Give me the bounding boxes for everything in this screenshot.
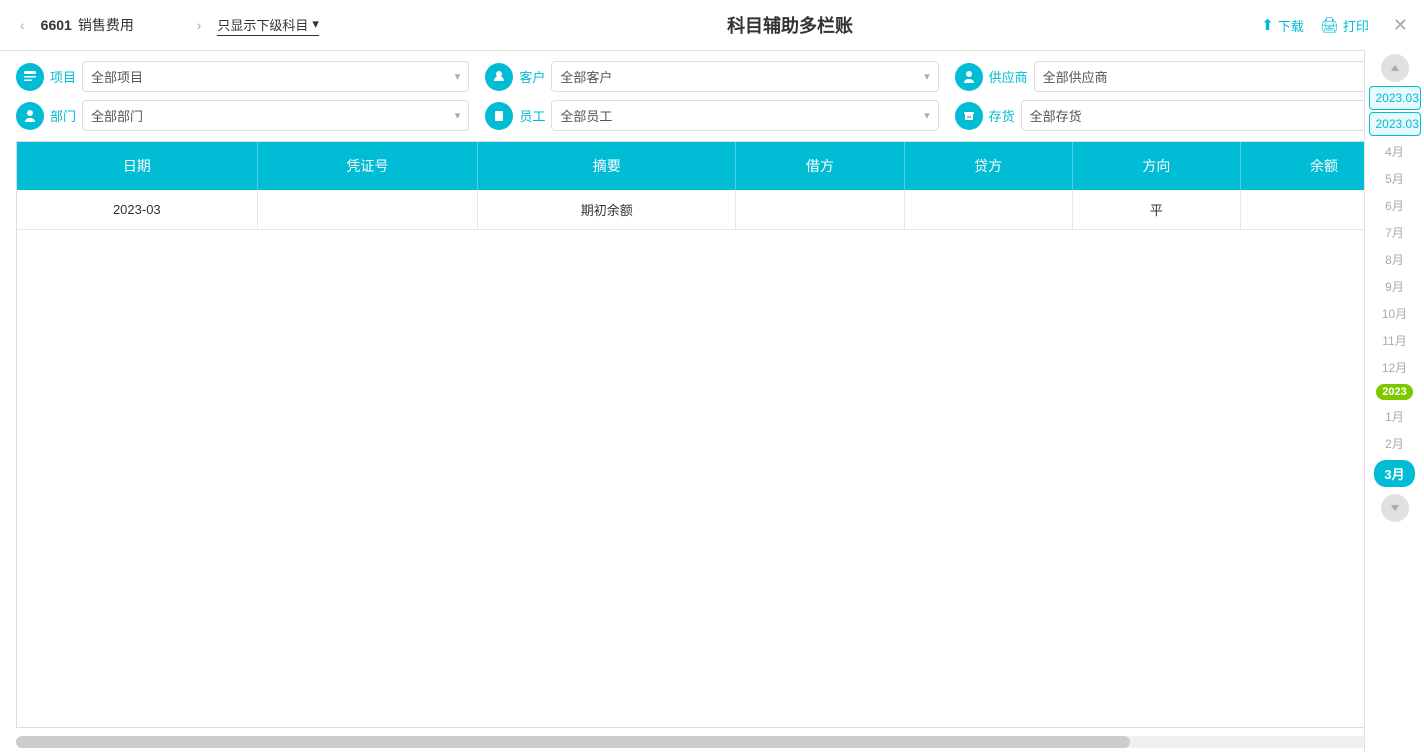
col-credit: 贷方 xyxy=(904,142,1072,190)
employee-value: 全部员工 xyxy=(560,106,612,125)
timeline-up-button[interactable] xyxy=(1381,54,1409,82)
cell-direction: 平 xyxy=(1072,190,1240,230)
timeline-month-item[interactable]: 1月 xyxy=(1383,403,1406,430)
inventory-label: 存货 xyxy=(989,106,1015,125)
cell-date: 2023-03 xyxy=(17,190,257,230)
supplier-select[interactable]: 全部供应商 ▾ xyxy=(1034,61,1408,92)
project-select[interactable]: 全部项目 ▾ xyxy=(82,61,469,92)
timeline-month-item[interactable]: 9月 xyxy=(1380,273,1409,300)
page-title: 科目辅助多栏账 xyxy=(331,12,1249,38)
department-select[interactable]: 全部部门 ▾ xyxy=(82,100,469,131)
download-icon: ⬆ xyxy=(1261,16,1274,34)
inventory-icon xyxy=(955,102,983,130)
table-row: 2023-03 期初余额 平 xyxy=(17,190,1407,230)
account-code: 6601 xyxy=(41,17,72,33)
filter-inventory: 存货 全部存货 ▾ xyxy=(955,100,1408,131)
close-button[interactable]: ✕ xyxy=(1393,15,1408,36)
filter-row-2: 部门 全部部门 ▾ 员工 全部员工 ▾ xyxy=(16,100,1408,131)
timeline-months-group1: 4月5月6月7月8月9月10月11月12月 xyxy=(1380,138,1409,381)
project-value: 全部项目 xyxy=(91,67,143,86)
timeline-month-item[interactable]: 11月 xyxy=(1380,327,1409,354)
timeline-month-item[interactable]: 6月 xyxy=(1380,192,1409,219)
customer-dropdown-arrow: ▾ xyxy=(924,70,930,83)
department-value: 全部部门 xyxy=(91,106,143,125)
timeline-month-item[interactable]: 10月 xyxy=(1380,300,1409,327)
department-icon xyxy=(16,102,44,130)
scroll-thumb[interactable] xyxy=(16,736,1130,748)
show-sub-select[interactable]: 只显示下级科目 ▾ xyxy=(217,15,319,36)
filter-project: 项目 全部项目 ▾ xyxy=(16,61,469,92)
cell-debit xyxy=(736,190,904,230)
supplier-value: 全部供应商 xyxy=(1043,67,1108,86)
cell-summary: 期初余额 xyxy=(478,190,736,230)
col-debit: 借方 xyxy=(736,142,904,190)
inventory-select[interactable]: 全部存货 ▾ xyxy=(1021,100,1408,131)
show-sub-label: 只显示下级科目 xyxy=(217,15,308,34)
col-date: 日期 xyxy=(17,142,257,190)
supplier-icon xyxy=(955,63,983,91)
download-label: 下载 xyxy=(1278,16,1304,35)
timeline-month-item[interactable]: 5月 xyxy=(1380,165,1409,192)
project-dropdown-arrow: ▾ xyxy=(455,70,461,83)
customer-icon xyxy=(485,63,513,91)
timeline-selected-top1[interactable]: 2023.03 xyxy=(1369,86,1421,110)
filter-employee: 员工 全部员工 ▾ xyxy=(485,100,938,131)
show-sub-arrow-icon: ▾ xyxy=(312,16,319,32)
filter-department: 部门 全部部门 ▾ xyxy=(16,100,469,131)
timeline-month-item[interactable]: 12月 xyxy=(1380,354,1409,381)
timeline-panel: 2023.03 2023.03 4月5月6月7月8月9月10月11月12月 20… xyxy=(1364,50,1424,752)
timeline-month-item[interactable]: 4月 xyxy=(1380,138,1409,165)
inventory-value: 全部存货 xyxy=(1030,106,1082,125)
timeline-down-button[interactable] xyxy=(1381,494,1409,522)
filter-customer: 客户 全部客户 ▾ xyxy=(485,61,938,92)
supplier-label: 供应商 xyxy=(989,67,1028,86)
download-button[interactable]: ⬆ 下载 xyxy=(1261,16,1304,35)
col-voucher: 凭证号 xyxy=(257,142,478,190)
employee-dropdown-arrow: ▾ xyxy=(924,109,930,122)
ledger-table: 日期 凭证号 摘要 借方 贷方 方向 余额 2023-03 期初余额 平 xyxy=(17,142,1407,230)
top-actions: ⬆ 下载 🖨 打印 ✕ xyxy=(1261,15,1408,36)
customer-select[interactable]: 全部客户 ▾ xyxy=(551,61,938,92)
employee-icon xyxy=(485,102,513,130)
timeline-month-item[interactable]: 2月 xyxy=(1383,430,1406,457)
department-dropdown-arrow: ▾ xyxy=(455,109,461,122)
col-summary: 摘要 xyxy=(478,142,736,190)
filter-supplier: 供应商 全部供应商 ▾ xyxy=(955,61,1408,92)
table-header-row: 日期 凭证号 摘要 借方 贷方 方向 余额 xyxy=(17,142,1407,190)
print-label: 打印 xyxy=(1343,16,1369,35)
filter-row-1: 项目 全部项目 ▾ 客户 全部客户 ▾ xyxy=(16,61,1408,92)
year-badge[interactable]: 2023 xyxy=(1376,384,1412,400)
account-code-box: 6601 销售费用 xyxy=(41,15,181,35)
customer-value: 全部客户 xyxy=(560,67,612,86)
department-label: 部门 xyxy=(50,106,76,125)
horizontal-scrollbar[interactable] xyxy=(16,736,1408,748)
col-direction: 方向 xyxy=(1072,142,1240,190)
timeline-month-item[interactable]: 7月 xyxy=(1380,219,1409,246)
timeline-month-item[interactable]: 8月 xyxy=(1380,246,1409,273)
timeline-months-group2: 1月2月 xyxy=(1383,403,1406,457)
project-icon xyxy=(16,63,44,91)
print-icon: 🖨 xyxy=(1320,16,1339,34)
nav-prev-arrow[interactable]: ‹ xyxy=(16,15,29,35)
employee-label: 员工 xyxy=(519,106,545,125)
active-month[interactable]: 3月 xyxy=(1374,460,1414,487)
filter-area: 项目 全部项目 ▾ 客户 全部客户 ▾ xyxy=(0,51,1424,141)
customer-label: 客户 xyxy=(519,67,545,86)
print-button[interactable]: 🖨 打印 xyxy=(1320,16,1369,35)
cell-voucher xyxy=(257,190,478,230)
employee-select[interactable]: 全部员工 ▾ xyxy=(551,100,938,131)
table-container: 日期 凭证号 摘要 借方 贷方 方向 余额 2023-03 期初余额 平 xyxy=(16,141,1408,728)
cell-credit xyxy=(904,190,1072,230)
timeline-selected-top2[interactable]: 2023.03 xyxy=(1369,112,1421,136)
project-label: 项目 xyxy=(50,67,76,86)
nav-next-arrow[interactable]: › xyxy=(193,15,206,35)
account-name: 销售费用 xyxy=(78,15,134,35)
top-bar: ‹ 6601 销售费用 › 只显示下级科目 ▾ 科目辅助多栏账 ⬆ 下载 🖨 打… xyxy=(0,0,1424,51)
